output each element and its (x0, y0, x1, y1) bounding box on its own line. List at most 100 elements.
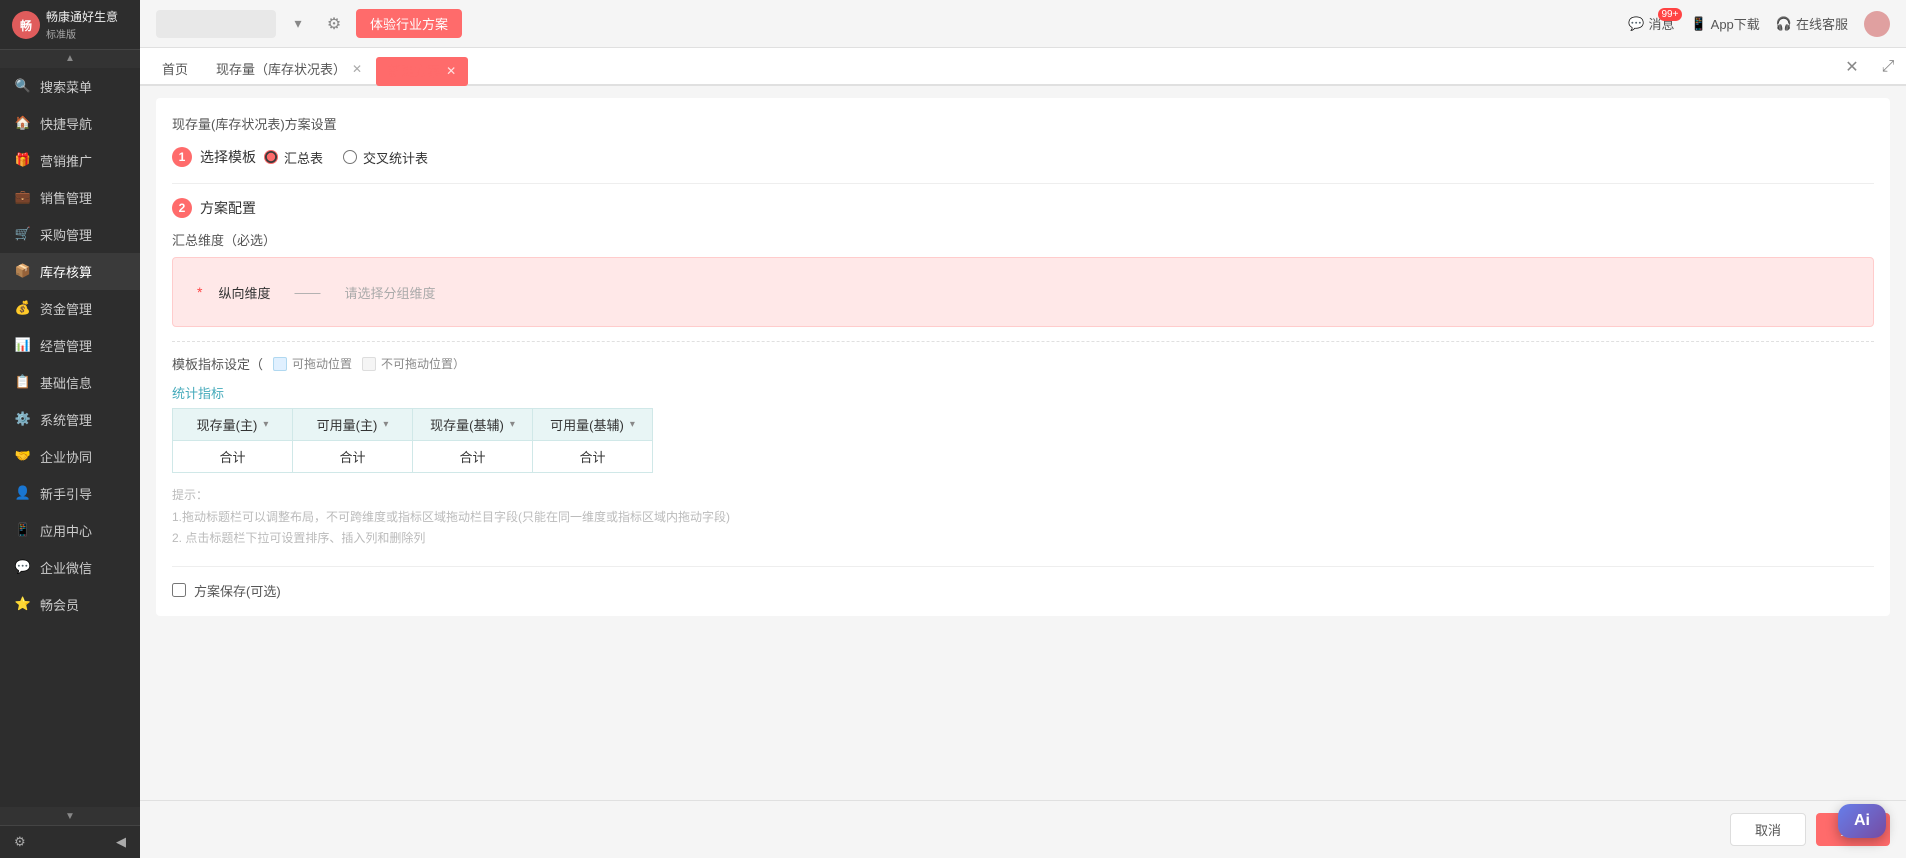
legend-fixed: 不可拖动位置） (362, 355, 465, 372)
newbie-icon: 👤 (14, 484, 32, 502)
inventory-icon: 📦 (14, 262, 32, 280)
stats-table: 现存量(主) ▾ 可用量(主) ▾ (172, 408, 653, 473)
logo-icon: 畅 (12, 11, 40, 39)
schema-settings-panel: 现存量(库存状况表)方案设置 1 选择模板 汇总表 交叉统计表 (156, 98, 1890, 616)
col-header-2[interactable]: 现存量(基辅) ▾ (413, 409, 533, 441)
col-cell-0: 合计 (173, 441, 293, 473)
legend-draggable: 可拖动位置 (273, 355, 352, 372)
tab-close-inventory[interactable]: ✕ (352, 62, 362, 76)
draggable-legend-box (273, 357, 287, 371)
sidebar-item-operation[interactable]: 📊 经营管理 (0, 327, 140, 364)
sidebar-item-search[interactable]: 🔍 搜索菜单 (0, 68, 140, 105)
search-input[interactable] (156, 10, 276, 38)
dropdown-button[interactable]: ▾ (284, 10, 312, 38)
col-header-0[interactable]: 现存量(主) ▾ (173, 409, 293, 441)
step1-block: 1 选择模板 汇总表 交叉统计表 (172, 147, 1874, 167)
sidebar-scroll-up[interactable]: ▲ (0, 50, 140, 68)
schema-title: 现存量(库存状况表)方案设置 (172, 114, 1874, 133)
gift-icon: 🎁 (14, 151, 32, 169)
search-nav-icon: 🔍 (14, 77, 32, 95)
sidebar-item-marketing[interactable]: 🎁 营销推广 (0, 142, 140, 179)
settings-footer-icon[interactable]: ⚙ (14, 834, 26, 850)
sidebar-item-shortcut[interactable]: 🏠 快捷导航 (0, 105, 140, 142)
sidebar-item-sales[interactable]: 💼 销售管理 (0, 179, 140, 216)
save-checkbox[interactable] (172, 583, 186, 597)
ai-fab-button[interactable]: Ai (1838, 804, 1886, 838)
col-dropdown-0[interactable]: ▾ (263, 419, 268, 430)
sidebar-item-wechat[interactable]: 💬 企业微信 (0, 549, 140, 586)
step2-content: 汇总维度（必选） * 纵向维度 —— 请选择分组维度 模板指标设定（ (172, 230, 1874, 550)
messages-badge: 99+ (1658, 8, 1683, 21)
tabbar: 首页 现存量（库存状况表） ✕ 新建方案 ✕ (140, 48, 1906, 86)
topbar-right: 💬 消息 99+ 📱 App下载 🎧 在线客服 (1628, 11, 1890, 37)
tip-2: 2. 点击标题栏下拉可设置排序、插入列和删除列 (172, 528, 1874, 550)
tip-1: 1.拖动标题栏可以调整布局，不可跨维度或指标区域拖动栏目字段(只能在同一维度或指… (172, 507, 1874, 529)
sidebar-footer: ⚙ ◀ (0, 825, 140, 858)
radio-summary-input[interactable] (264, 150, 278, 164)
apps-icon: 📱 (14, 521, 32, 539)
col-cell-1: 合计 (293, 441, 413, 473)
tip-label: 提示： (172, 485, 1874, 507)
template-indicator-label: 模板指标设定（ 可拖动位置 不可拖动位置） (172, 354, 1874, 373)
tab-home[interactable]: 首页 (148, 53, 202, 86)
step2-title: 方案配置 (200, 198, 256, 218)
sidebar-item-purchase[interactable]: 🛒 采购管理 (0, 216, 140, 253)
user-menu[interactable] (1864, 11, 1890, 37)
dim-placeholder[interactable]: 请选择分组维度 (344, 283, 435, 302)
sidebar-nav: 🔍 搜索菜单 🏠 快捷导航 🎁 营销推广 💼 销售管理 🛒 采购管理 📦 库存核… (0, 68, 140, 807)
col-dropdown-1[interactable]: ▾ (383, 419, 388, 430)
avatar (1864, 11, 1890, 37)
sidebar-item-system[interactable]: ⚙️ 系统管理 (0, 401, 140, 438)
sidebar-item-inventory[interactable]: 📦 库存核算 (0, 253, 140, 290)
contract-icon: 🤝 (14, 447, 32, 465)
sidebar-item-member[interactable]: ⭐ 畅会员 (0, 586, 140, 623)
system-icon: ⚙️ (14, 410, 32, 428)
messages-button[interactable]: 💬 消息 99+ (1628, 14, 1674, 33)
home-icon: 🏠 (14, 114, 32, 132)
window-expand-button[interactable]: ⤢ (1870, 48, 1906, 86)
sidebar-item-finance[interactable]: 💰 资金管理 (0, 290, 140, 327)
wechat-icon: 💬 (14, 558, 32, 576)
sidebar: 畅 畅康通好生意 标准版 ▲ 🔍 搜索菜单 🏠 快捷导航 🎁 营销推广 💼 销售… (0, 0, 140, 858)
sidebar-item-base[interactable]: 📋 基础信息 (0, 364, 140, 401)
col-header-3[interactable]: 可用量(基辅) ▾ (533, 409, 653, 441)
page-body: 现存量(库存状况表)方案设置 1 选择模板 汇总表 交叉统计表 (140, 86, 1906, 800)
sales-icon: 💼 (14, 188, 32, 206)
dimension-required-area: * 纵向维度 —— 请选择分组维度 (172, 257, 1874, 327)
radio-summary[interactable]: 汇总表 (264, 148, 323, 167)
col-cell-3: 合计 (533, 441, 653, 473)
tab-close-new-schema[interactable]: ✕ (446, 64, 456, 78)
save-option-label: 方案保存(可选) (194, 581, 281, 600)
step1-num: 1 (172, 147, 192, 167)
app-download-button[interactable]: 📱 App下载 (1690, 14, 1759, 33)
template-radio-group: 汇总表 交叉统计表 (264, 148, 428, 167)
collapse-footer-icon[interactable]: ◀ (116, 834, 126, 850)
app-logo: 畅 畅康通好生意 标准版 (0, 0, 140, 50)
window-controls: ✕ ⤢ (1834, 48, 1906, 86)
sidebar-scroll-down[interactable]: ▼ (0, 807, 140, 825)
sidebar-item-apps[interactable]: 📱 应用中心 (0, 512, 140, 549)
step1-title: 选择模板 (200, 147, 256, 167)
tab-new-schema[interactable]: 新建方案 ✕ (376, 57, 468, 86)
sidebar-item-contract[interactable]: 🤝 企业协同 (0, 438, 140, 475)
radio-cross[interactable]: 交叉统计表 (343, 148, 428, 167)
col-dropdown-2[interactable]: ▾ (510, 419, 515, 430)
sidebar-item-newbie[interactable]: 👤 新手引导 (0, 475, 140, 512)
online-service-button[interactable]: 🎧 在线客服 (1776, 14, 1848, 33)
experience-button[interactable]: 体验行业方案 (356, 9, 462, 38)
col-header-1[interactable]: 可用量(主) ▾ (293, 409, 413, 441)
gear-button[interactable]: ⚙ (320, 10, 348, 38)
stats-section: 统计指标 现存量(主) ▾ (172, 383, 1874, 473)
headset-icon: 🎧 (1776, 16, 1792, 32)
window-close-button[interactable]: ✕ (1834, 48, 1870, 86)
message-icon: 💬 (1628, 16, 1644, 32)
step2-block: 2 方案配置 汇总维度（必选） * 纵向维度 —— 请选择分组维度 (172, 198, 1874, 550)
tab-inventory-status[interactable]: 现存量（库存状况表） ✕ (202, 53, 376, 86)
step2-num: 2 (172, 198, 192, 218)
tips-section: 提示： 1.拖动标题栏可以调整布局，不可跨维度或指标区域拖动栏目字段(只能在同一… (172, 485, 1874, 550)
stats-section-title: 统计指标 (172, 383, 1874, 402)
topbar-left: ▾ ⚙ 体验行业方案 (156, 9, 1618, 38)
cancel-button[interactable]: 取消 (1730, 813, 1806, 846)
radio-cross-input[interactable] (343, 150, 357, 164)
col-dropdown-3[interactable]: ▾ (630, 419, 635, 430)
